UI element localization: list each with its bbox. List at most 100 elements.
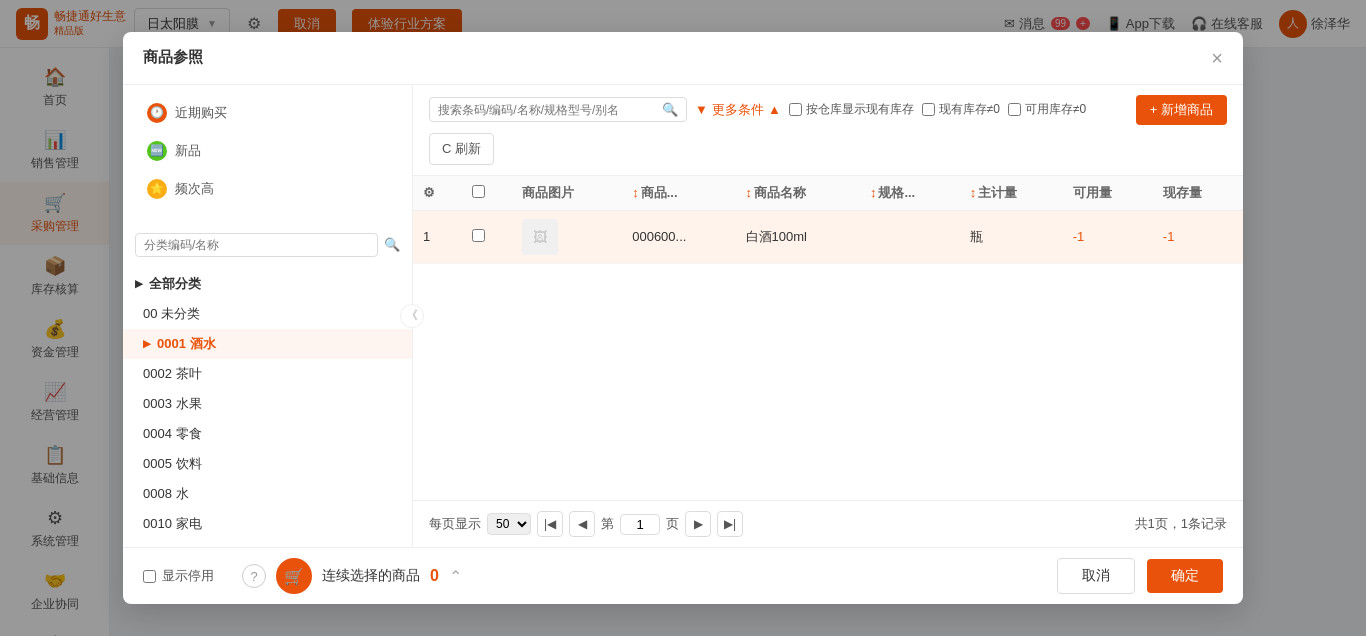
refresh-table-button[interactable]: C 刷新 bbox=[429, 133, 494, 165]
product-search-icon[interactable]: 🔍 bbox=[662, 102, 678, 117]
recent-purchase-label: 近期购买 bbox=[175, 104, 227, 122]
tree-item-tea[interactable]: 0002 茶叶 bbox=[123, 359, 412, 389]
pagination: 每页显示 50 |◀ ◀ 第 页 ▶ ▶| 共1页，1条记录 bbox=[413, 500, 1243, 547]
selected-count: 0 bbox=[430, 567, 439, 585]
tree-item-liquor-label: 0001 酒水 bbox=[157, 335, 216, 353]
help-icon[interactable]: ? bbox=[242, 564, 266, 588]
tree-item-fruit-label: 0003 水果 bbox=[143, 395, 202, 413]
recent-purchase-item[interactable]: 🕐 近期购买 bbox=[135, 97, 400, 129]
new-product-icon: 🆕 bbox=[147, 141, 167, 161]
category-search-row: 🔍 bbox=[123, 225, 412, 265]
col-stock[interactable]: 现存量 bbox=[1153, 176, 1243, 211]
cancel-button[interactable]: 取消 bbox=[1057, 558, 1135, 594]
col-name[interactable]: ↕商品名称 bbox=[736, 176, 860, 211]
frequent-label: 频次高 bbox=[175, 180, 214, 198]
display-disabled-checkbox-label[interactable]: 显示停用 bbox=[143, 567, 214, 585]
category-tree: ▶ 全部分类 00 未分类 ▶ 0001 酒水 0002 茶叶 0003 水果 bbox=[123, 265, 412, 543]
tree-arrow-liquor: ▶ bbox=[143, 338, 151, 349]
tree-item-snack-label: 0004 零食 bbox=[143, 425, 202, 443]
col-image: 商品图片 bbox=[512, 176, 622, 211]
modal-left-panel: 🕐 近期购买 🆕 新品 ⭐ 频次高 🔍 bbox=[123, 85, 413, 547]
row-code: 000600... bbox=[622, 210, 735, 263]
product-search-box: 🔍 bbox=[429, 97, 687, 122]
col-checkbox[interactable] bbox=[462, 176, 512, 211]
more-filters-button[interactable]: ▼ 更多条件 ▲ bbox=[695, 101, 781, 119]
modal-overlay: 商品参照 × 🕐 近期购买 🆕 新品 ⭐ 频次高 bbox=[0, 0, 1366, 636]
row-available: -1 bbox=[1063, 210, 1153, 263]
col-code[interactable]: ↕商品... bbox=[622, 176, 735, 211]
product-search-input[interactable] bbox=[438, 103, 658, 117]
available-nonzero-input[interactable] bbox=[1008, 103, 1021, 116]
tree-item-water-label: 0008 水 bbox=[143, 485, 189, 503]
product-table: ⚙ 商品图片 ↕商品... ↕商品名称 ↕规格... ↕主计量 可用量 现存量 bbox=[413, 176, 1243, 264]
modal-body: 🕐 近期购买 🆕 新品 ⭐ 频次高 🔍 bbox=[123, 85, 1243, 547]
modal-close-button[interactable]: × bbox=[1211, 48, 1223, 68]
page-number-input[interactable] bbox=[620, 514, 660, 535]
stock-by-warehouse-checkbox[interactable]: 按仓库显示现有库存 bbox=[789, 101, 914, 118]
available-nonzero-checkbox[interactable]: 可用库存≠0 bbox=[1008, 101, 1086, 118]
category-search-input[interactable] bbox=[135, 233, 378, 257]
last-page-button[interactable]: ▶| bbox=[717, 511, 743, 537]
per-page-label: 每页显示 bbox=[429, 515, 481, 533]
tree-item-liquor[interactable]: ▶ 0001 酒水 bbox=[123, 329, 412, 359]
tree-item-appliance-label: 0010 家电 bbox=[143, 515, 202, 533]
frequent-item[interactable]: ⭐ 频次高 bbox=[135, 173, 400, 205]
col-unit[interactable]: ↕主计量 bbox=[960, 176, 1063, 211]
category-search-icon[interactable]: 🔍 bbox=[384, 237, 400, 252]
page-label-post: 页 bbox=[666, 515, 679, 533]
table-row[interactable]: 1 🖼 000600... 白酒100ml 瓶 bbox=[413, 210, 1243, 263]
row-spec bbox=[860, 210, 960, 263]
prev-page-button[interactable]: ◀ bbox=[569, 511, 595, 537]
recent-purchase-icon: 🕐 bbox=[147, 103, 167, 123]
stock-by-warehouse-label: 按仓库显示现有库存 bbox=[806, 101, 914, 118]
modal-footer: 显示停用 ? 🛒 连续选择的商品 0 ⌃ 取消 确定 bbox=[123, 547, 1243, 604]
tree-item-appliance[interactable]: 0010 家电 bbox=[123, 509, 412, 539]
add-product-button[interactable]: + 新增商品 bbox=[1136, 95, 1227, 125]
tree-item-all[interactable]: ▶ 全部分类 bbox=[123, 269, 412, 299]
tree-item-fruit[interactable]: 0003 水果 bbox=[123, 389, 412, 419]
new-product-item[interactable]: 🆕 新品 bbox=[135, 135, 400, 167]
per-page-select[interactable]: 50 bbox=[487, 513, 531, 535]
product-reference-modal: 商品参照 × 🕐 近期购买 🆕 新品 ⭐ 频次高 bbox=[123, 32, 1243, 604]
page-label-pre: 第 bbox=[601, 515, 614, 533]
col-settings[interactable]: ⚙ bbox=[413, 176, 462, 211]
tree-item-unclassified[interactable]: 00 未分类 bbox=[123, 299, 412, 329]
product-thumbnail: 🖼 bbox=[522, 219, 558, 255]
more-filters-arrow: ▲ bbox=[768, 102, 781, 117]
stock-nonzero-input[interactable] bbox=[922, 103, 935, 116]
tree-item-beverage-label: 0005 饮料 bbox=[143, 455, 202, 473]
tree-arrow-all: ▶ bbox=[135, 278, 143, 289]
tree-item-water[interactable]: 0008 水 bbox=[123, 479, 412, 509]
confirm-button[interactable]: 确定 bbox=[1147, 559, 1223, 593]
modal-header: 商品参照 × bbox=[123, 32, 1243, 85]
tree-item-tea-label: 0002 茶叶 bbox=[143, 365, 202, 383]
tree-item-beverage[interactable]: 0005 饮料 bbox=[123, 449, 412, 479]
display-disabled-checkbox[interactable] bbox=[143, 570, 156, 583]
tree-item-unclassified-label: 00 未分类 bbox=[143, 305, 200, 323]
row-unit: 瓶 bbox=[960, 210, 1063, 263]
first-page-button[interactable]: |◀ bbox=[537, 511, 563, 537]
funnel-icon: ▼ bbox=[695, 102, 708, 117]
table-header-row: ⚙ 商品图片 ↕商品... ↕商品名称 ↕规格... ↕主计量 可用量 现存量 bbox=[413, 176, 1243, 211]
selected-text: 连续选择的商品 bbox=[322, 567, 420, 585]
row-stock: -1 bbox=[1153, 210, 1243, 263]
modal-right-panel: 🔍 ▼ 更多条件 ▲ 按仓库显示现有库存 现有库存≠0 bbox=[413, 85, 1243, 547]
next-page-button[interactable]: ▶ bbox=[685, 511, 711, 537]
row-num: 1 bbox=[413, 210, 462, 263]
tree-item-snack[interactable]: 0004 零食 bbox=[123, 419, 412, 449]
stock-by-warehouse-input[interactable] bbox=[789, 103, 802, 116]
col-spec[interactable]: ↕规格... bbox=[860, 176, 960, 211]
more-filters-label: 更多条件 bbox=[712, 101, 764, 119]
stock-nonzero-checkbox[interactable]: 现有库存≠0 bbox=[922, 101, 1000, 118]
left-collapse-button[interactable]: 《 bbox=[400, 304, 424, 328]
display-disabled-label: 显示停用 bbox=[162, 567, 214, 585]
tree-item-all-label: 全部分类 bbox=[149, 275, 201, 293]
select-all-checkbox[interactable] bbox=[472, 185, 485, 198]
col-available[interactable]: 可用量 bbox=[1063, 176, 1153, 211]
frequent-icon: ⭐ bbox=[147, 179, 167, 199]
new-product-label: 新品 bbox=[175, 142, 201, 160]
row-select-checkbox[interactable] bbox=[472, 229, 485, 242]
cart-button[interactable]: 🛒 bbox=[276, 558, 312, 594]
row-checkbox[interactable] bbox=[462, 210, 512, 263]
collapse-cart-icon[interactable]: ⌃ bbox=[449, 567, 462, 586]
